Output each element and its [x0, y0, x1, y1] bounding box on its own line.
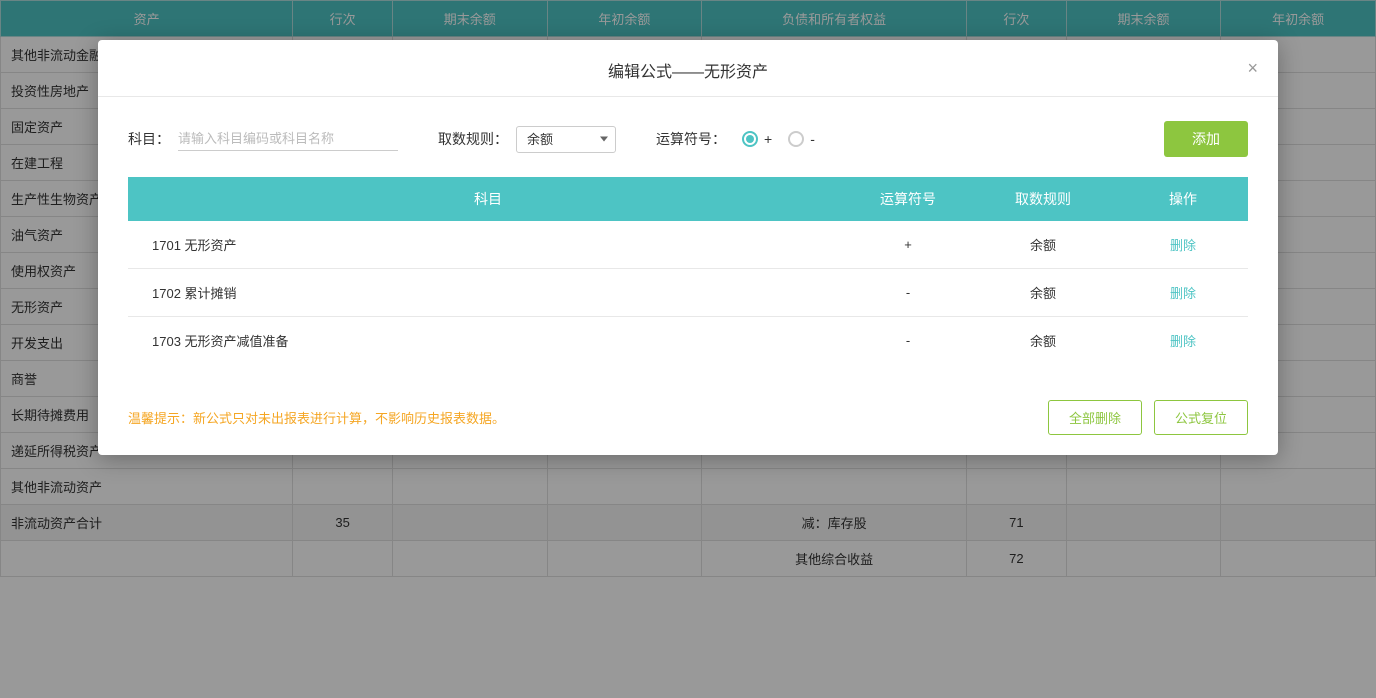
add-button[interactable]: 添加 [1164, 121, 1248, 157]
table-header-operator: 运算符号 [848, 177, 968, 221]
subject-label: 科目： [128, 129, 170, 149]
row-operator: - [848, 269, 968, 317]
row-rule: 余额 [968, 269, 1118, 317]
edit-formula-modal: 编辑公式——无形资产 × 科目： 取数规则： 余额 借方发生额 贷方发生额 [98, 40, 1278, 455]
modal-close-button[interactable]: × [1247, 59, 1258, 77]
rule-section: 取数规则： 余额 借方发生额 贷方发生额 [438, 126, 616, 153]
footer-tip-text: 温馨提示：新公式只对未出报表进行计算，不影响历史报表数据。 [128, 408, 505, 427]
modal-body: 科目： 取数规则： 余额 借方发生额 贷方发生额 运算符号： [98, 97, 1278, 384]
footer-buttons: 全部删除 公式复位 [1048, 400, 1248, 435]
modal-overlay: 编辑公式——无形资产 × 科目： 取数规则： 余额 借方发生额 贷方发生额 [0, 0, 1376, 698]
radio-circle-plus [742, 131, 758, 147]
table-header-subject: 科目 [128, 177, 848, 221]
table-row: 1702 累计摊销 - 余额 删除 [128, 269, 1248, 317]
row-action: 删除 [1118, 317, 1248, 365]
row-rule: 余额 [968, 221, 1118, 269]
modal-title: 编辑公式——无形资产 [608, 64, 768, 81]
row-action: 删除 [1118, 221, 1248, 269]
rule-select[interactable]: 余额 借方发生额 贷方发生额 [516, 126, 616, 153]
row-operator: + [848, 221, 968, 269]
modal-footer: 温馨提示：新公式只对未出报表进行计算，不影响历史报表数据。 全部删除 公式复位 [98, 384, 1278, 455]
row-subject: 1701 无形资产 [128, 221, 848, 269]
formula-form-row: 科目： 取数规则： 余额 借方发生额 贷方发生额 运算符号： [128, 121, 1248, 157]
table-header-rule: 取数规则 [968, 177, 1118, 221]
row-subject: 1703 无形资产减值准备 [128, 317, 848, 365]
operator-plus-radio[interactable]: + [742, 131, 772, 147]
formula-data-table: 科目 运算符号 取数规则 操作 1701 无形资产 + 余额 删除 [128, 177, 1248, 364]
operator-section: 运算符号： + - [656, 129, 815, 149]
reset-formula-button[interactable]: 公式复位 [1154, 400, 1248, 435]
modal-header: 编辑公式——无形资产 × [98, 40, 1278, 97]
rule-select-wrap: 余额 借方发生额 贷方发生额 [516, 126, 616, 153]
row-rule: 余额 [968, 317, 1118, 365]
rule-label: 取数规则： [438, 129, 508, 149]
row-operator: - [848, 317, 968, 365]
operator-radio-group: + - [742, 131, 815, 147]
delete-all-button[interactable]: 全部删除 [1048, 400, 1142, 435]
radio-circle-minus [788, 131, 804, 147]
operator-minus-radio[interactable]: - [788, 131, 815, 147]
delete-row-2-button[interactable]: 删除 [1170, 331, 1196, 350]
operator-label: 运算符号： [656, 129, 726, 149]
row-action: 删除 [1118, 269, 1248, 317]
table-row: 1703 无形资产减值准备 - 余额 删除 [128, 317, 1248, 365]
subject-input[interactable] [178, 127, 398, 151]
table-header-action: 操作 [1118, 177, 1248, 221]
operator-plus-label: + [764, 131, 772, 147]
table-row: 1701 无形资产 + 余额 删除 [128, 221, 1248, 269]
delete-row-0-button[interactable]: 删除 [1170, 235, 1196, 254]
delete-row-1-button[interactable]: 删除 [1170, 283, 1196, 302]
row-subject: 1702 累计摊销 [128, 269, 848, 317]
operator-minus-label: - [810, 131, 815, 147]
